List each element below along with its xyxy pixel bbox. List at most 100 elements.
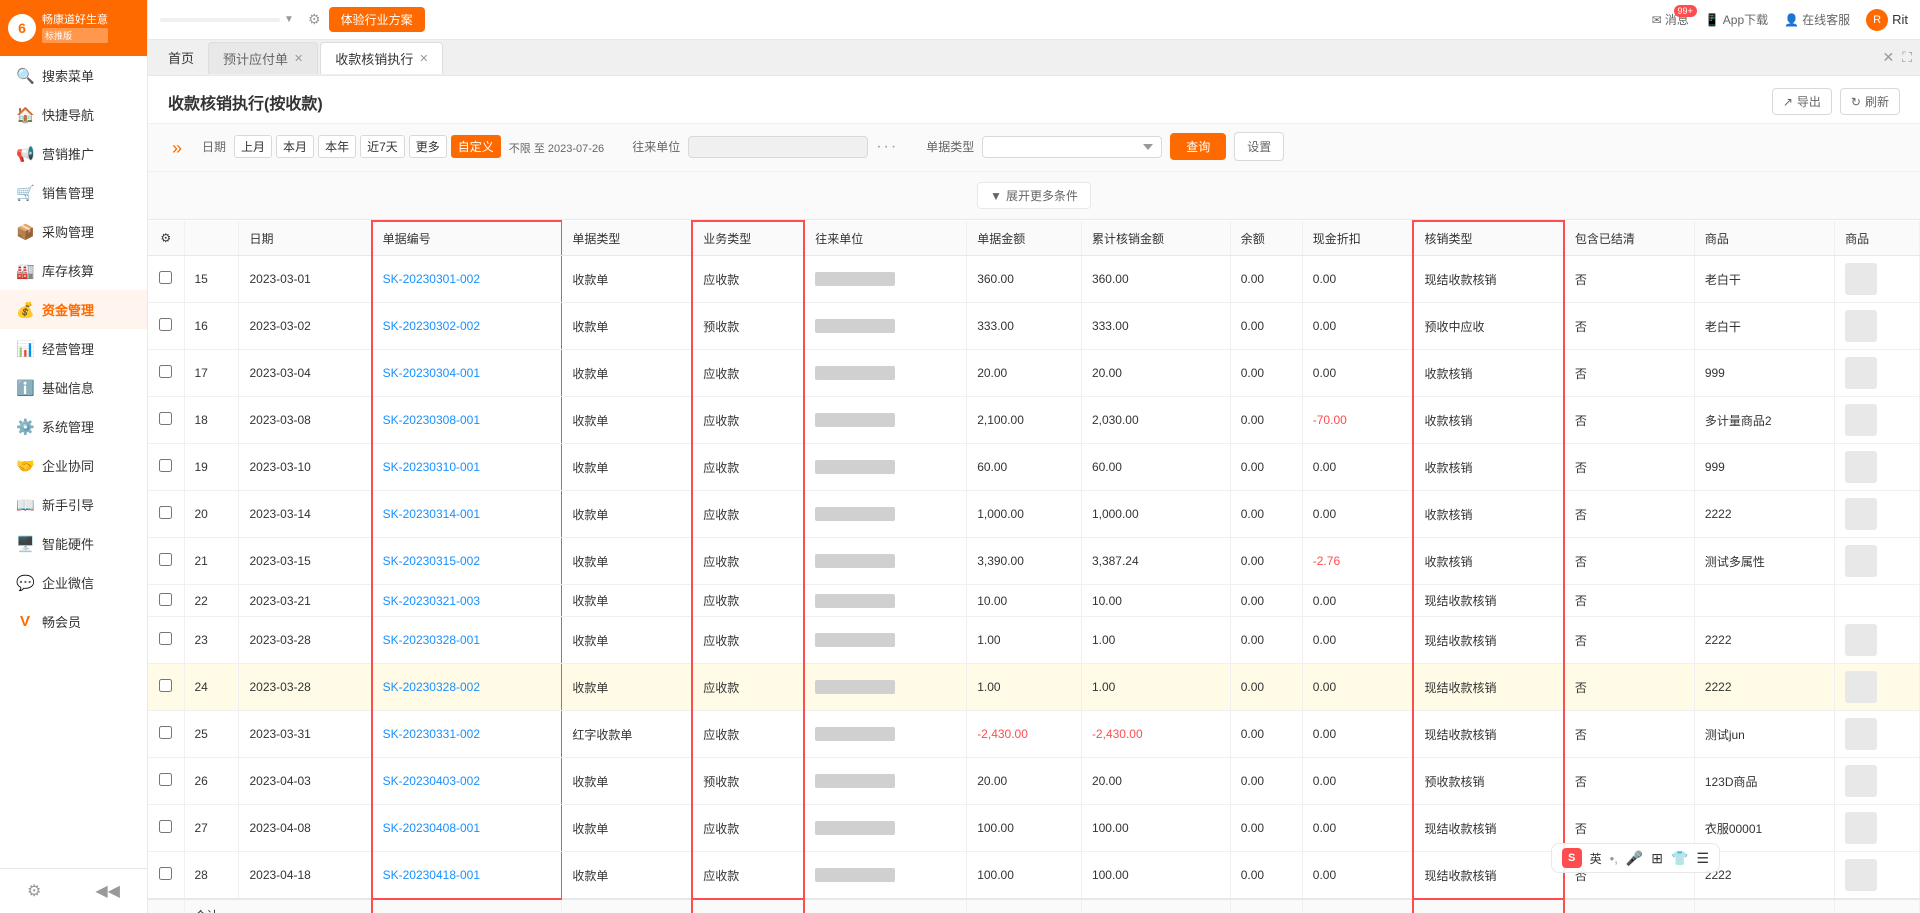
filter-settings-button[interactable]: 设置 [1234, 132, 1284, 161]
sidebar-item-member[interactable]: V 畅会员 [0, 602, 147, 641]
cell-checkbox[interactable] [148, 617, 184, 664]
input-grid-icon[interactable]: ⊞ [1651, 850, 1663, 867]
sidebar-item-enterprise[interactable]: 🤝 企业协同 [0, 446, 147, 485]
sidebar-item-basic[interactable]: ℹ️ 基础信息 [0, 368, 147, 407]
row-checkbox[interactable] [159, 593, 172, 606]
column-settings-icon[interactable]: ⚙ [160, 231, 171, 245]
doc-no-link[interactable]: SK-20230315-002 [383, 554, 480, 568]
sidebar-item-guide[interactable]: 📖 新手引导 [0, 485, 147, 524]
tab-pending-close-icon[interactable]: ✕ [294, 52, 303, 65]
window-expand-icon[interactable]: ⛶ [1902, 49, 1912, 66]
doc-no-link[interactable]: SK-20230321-003 [383, 594, 480, 608]
last-month-btn[interactable]: 上月 [234, 135, 272, 158]
cell-checkbox[interactable] [148, 711, 184, 758]
last-7-days-btn[interactable]: 近7天 [360, 135, 405, 158]
sidebar-item-wechat[interactable]: 💬 企业微信 [0, 563, 147, 602]
chevron-down-icon[interactable]: ▼ [284, 14, 294, 25]
row-checkbox[interactable] [159, 726, 172, 739]
solution-button[interactable]: 体验行业方案 [329, 7, 425, 32]
row-checkbox[interactable] [159, 365, 172, 378]
tab-receipt-close-icon[interactable]: ✕ [419, 52, 428, 65]
cell-checkbox[interactable] [148, 256, 184, 303]
col-gear[interactable]: ⚙ [148, 221, 184, 256]
filter-toggle-icon[interactable]: » [168, 134, 186, 163]
filter-more-icon[interactable]: ··· [876, 138, 898, 156]
input-mic-icon[interactable]: 🎤 [1626, 850, 1643, 867]
col-biz-type[interactable]: 业务类型 [692, 221, 804, 256]
expand-conditions-button[interactable]: ▼ 展开更多条件 [977, 182, 1091, 209]
tab-receipt-exec[interactable]: 收款核销执行 ✕ [320, 42, 443, 74]
cell-checkbox[interactable] [148, 805, 184, 852]
cell-checkbox[interactable] [148, 350, 184, 397]
doc-no-link[interactable]: SK-20230328-001 [383, 633, 480, 647]
doc-no-link[interactable]: SK-20230310-001 [383, 460, 480, 474]
row-checkbox[interactable] [159, 773, 172, 786]
refresh-button[interactable]: ↻ 刷新 [1840, 88, 1900, 115]
user-area[interactable]: R Rit [1866, 9, 1908, 31]
cell-checkbox[interactable] [148, 397, 184, 444]
col-doc-no[interactable]: 单据编号 [372, 221, 562, 256]
sidebar-item-shortcut[interactable]: 🏠 快捷导航 [0, 95, 147, 134]
sidebar-item-hardware[interactable]: 🖥️ 智能硬件 [0, 524, 147, 563]
doc-no-link[interactable]: SK-20230301-002 [383, 272, 480, 286]
doc-no-link[interactable]: SK-20230308-001 [383, 413, 480, 427]
doc-no-link[interactable]: SK-20230403-002 [383, 774, 480, 788]
doc-no-link[interactable]: SK-20230302-002 [383, 319, 480, 333]
sidebar-item-marketing[interactable]: 📢 营销推广 [0, 134, 147, 173]
tab-pending[interactable]: 预计应付单 ✕ [208, 42, 318, 74]
cell-checkbox[interactable] [148, 444, 184, 491]
col-partner[interactable]: 往来单位 [804, 221, 966, 256]
custom-date-btn[interactable]: 自定义 [451, 135, 501, 158]
cell-checkbox[interactable] [148, 585, 184, 617]
sidebar-item-sales[interactable]: 🛒 销售管理 [0, 173, 147, 212]
col-incl-settled[interactable]: 包含已结清 [1564, 221, 1694, 256]
col-date[interactable]: 日期 [239, 221, 372, 256]
doc-no-link[interactable]: SK-20230328-002 [383, 680, 480, 694]
sidebar-item-finance[interactable]: 💰 资金管理 [0, 290, 147, 329]
doc-no-link[interactable]: SK-20230331-002 [383, 727, 480, 741]
cell-checkbox[interactable] [148, 538, 184, 585]
col-goods2[interactable]: 商品 [1835, 221, 1920, 256]
doc-type-filter-select[interactable] [982, 136, 1162, 158]
row-checkbox[interactable] [159, 867, 172, 880]
col-cum-write-off[interactable]: 累计核销金额 [1081, 221, 1230, 256]
col-doc-type[interactable]: 单据类型 [562, 221, 692, 256]
col-goods[interactable]: 商品 [1694, 221, 1834, 256]
cell-checkbox[interactable] [148, 758, 184, 805]
sidebar-item-inventory[interactable]: 🏭 库存核算 [0, 251, 147, 290]
row-checkbox[interactable] [159, 459, 172, 472]
app-download-button[interactable]: 📱 App下载 [1705, 11, 1768, 28]
row-checkbox[interactable] [159, 318, 172, 331]
sidebar-item-system[interactable]: ⚙️ 系统管理 [0, 407, 147, 446]
topbar-gear-icon[interactable]: ⚙ [308, 11, 321, 28]
col-balance[interactable]: 余额 [1230, 221, 1302, 256]
collapse-icon[interactable]: ◀◀ [91, 877, 124, 905]
cell-checkbox[interactable] [148, 852, 184, 900]
more-dates-btn[interactable]: 更多 [409, 135, 447, 158]
doc-no-link[interactable]: SK-20230304-001 [383, 366, 480, 380]
input-menu-icon[interactable]: ☰ [1696, 850, 1709, 867]
doc-no-link[interactable]: SK-20230314-001 [383, 507, 480, 521]
query-button[interactable]: 查询 [1170, 133, 1226, 160]
row-checkbox[interactable] [159, 679, 172, 692]
doc-no-link[interactable]: SK-20230418-001 [383, 868, 480, 882]
doc-no-link[interactable]: SK-20230408-001 [383, 821, 480, 835]
window-close-icon[interactable]: ✕ [1882, 49, 1894, 66]
partner-filter-input[interactable] [688, 136, 868, 158]
this-year-btn[interactable]: 本年 [318, 135, 356, 158]
col-doc-amount[interactable]: 单据金额 [967, 221, 1082, 256]
row-checkbox[interactable] [159, 506, 172, 519]
sidebar-item-operation[interactable]: 📊 经营管理 [0, 329, 147, 368]
export-button[interactable]: ↗ 导出 [1772, 88, 1832, 115]
col-write-off-type[interactable]: 核销类型 [1413, 221, 1563, 256]
col-cash-discount[interactable]: 现金折扣 [1302, 221, 1413, 256]
online-service-button[interactable]: 👤 在线客服 [1784, 11, 1850, 28]
tab-home[interactable]: 首页 [156, 42, 206, 73]
settings-icon[interactable]: ⚙ [23, 877, 45, 905]
input-lang-icon[interactable]: 英 [1590, 850, 1602, 867]
this-month-btn[interactable]: 本月 [276, 135, 314, 158]
table-wrap[interactable]: ⚙ 日期 单据编号 单据类型 业务类型 往来单位 单据金额 累计核销金额 余额 … [148, 220, 1920, 913]
sidebar-item-purchase[interactable]: 📦 采购管理 [0, 212, 147, 251]
row-checkbox[interactable] [159, 820, 172, 833]
row-checkbox[interactable] [159, 412, 172, 425]
